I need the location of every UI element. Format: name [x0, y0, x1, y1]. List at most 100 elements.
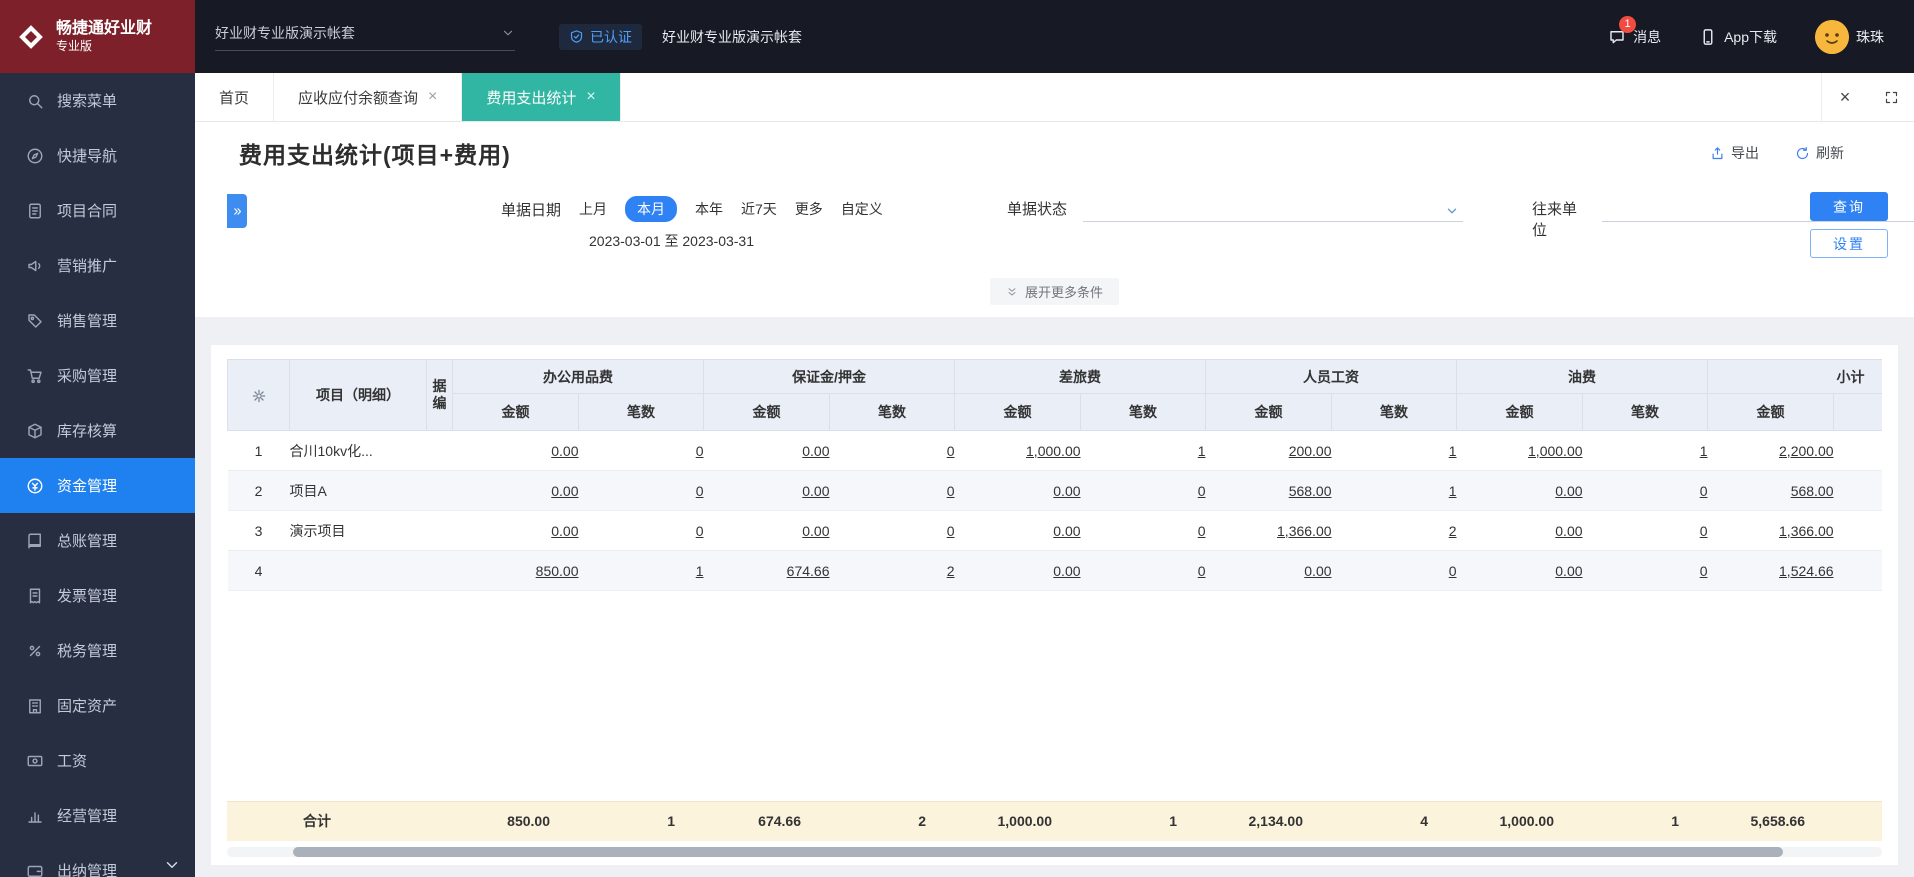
count-link[interactable]: 1: [1449, 443, 1457, 459]
amount-link[interactable]: 1,000.00: [1026, 443, 1081, 459]
tab-1[interactable]: 应收应付余额查询 ×: [274, 73, 463, 121]
status-select[interactable]: [1083, 198, 1464, 222]
count-link[interactable]: 1: [1198, 443, 1206, 459]
amount-link[interactable]: 0.00: [551, 483, 578, 499]
expand-more-conditions-button[interactable]: 展开更多条件: [989, 278, 1119, 305]
date-range-value[interactable]: 2023-03-01 至 2023-03-31: [589, 231, 883, 251]
total-count: 1: [578, 800, 703, 841]
count-link[interactable]: 0: [947, 443, 955, 459]
amount-link[interactable]: 850.00: [536, 563, 579, 579]
date-option-0[interactable]: 上月: [579, 199, 607, 219]
tab-0[interactable]: 首页: [195, 73, 275, 121]
settings-button[interactable]: 设置: [1810, 229, 1888, 258]
count-link[interactable]: 0: [1198, 523, 1206, 539]
sidebar-item-5[interactable]: 采购管理: [0, 348, 195, 403]
amount-link[interactable]: 0.00: [802, 483, 829, 499]
amount-link[interactable]: 568.00: [1289, 483, 1332, 499]
amount-link[interactable]: 0.00: [1304, 563, 1331, 579]
amount-link[interactable]: 0.00: [802, 443, 829, 459]
sidebar-item-4[interactable]: 销售管理: [0, 293, 195, 348]
horizontal-scrollbar-thumb[interactable]: [293, 847, 1783, 857]
amount-link[interactable]: 200.00: [1289, 443, 1332, 459]
refresh-button[interactable]: 刷新: [1795, 143, 1844, 163]
count-link[interactable]: 2: [1449, 523, 1457, 539]
count-link[interactable]: 2: [947, 563, 955, 579]
collapse-filters-button[interactable]: [227, 194, 247, 228]
sidebar-item-3[interactable]: 营销推广: [0, 238, 195, 293]
query-button[interactable]: 查询: [1810, 192, 1888, 221]
fullscreen-button[interactable]: [1868, 73, 1914, 121]
sidebar-item-9[interactable]: 发票管理: [0, 568, 195, 623]
column-settings-button[interactable]: [227, 359, 290, 431]
amount-link[interactable]: 0.00: [1053, 523, 1080, 539]
app-download-button[interactable]: App下载: [1699, 27, 1777, 47]
amount-link[interactable]: 0.00: [551, 523, 578, 539]
count-link[interactable]: 0: [1700, 523, 1708, 539]
subtotal-link[interactable]: 1,524.66: [1779, 563, 1834, 579]
brand-name: 畅捷通好业财: [56, 20, 153, 37]
page-header-card: 费用支出统计(项目+费用) 导出 刷新 单据日期 上月 本月 本年 近7天 更多自: [195, 122, 1914, 317]
expense-group-header: 差旅费: [954, 359, 1207, 394]
export-button[interactable]: 导出: [1710, 143, 1759, 163]
count-subheader: 笔数: [1080, 393, 1207, 431]
close-tab-icon[interactable]: ×: [428, 89, 437, 105]
count-link[interactable]: 0: [947, 523, 955, 539]
sidebar-item-11[interactable]: 固定资产: [0, 678, 195, 733]
count-link[interactable]: 0: [1198, 483, 1206, 499]
subtotal-link[interactable]: 2,200.00: [1779, 443, 1834, 459]
amount-link[interactable]: 1,000.00: [1528, 443, 1583, 459]
count-link[interactable]: 1: [696, 563, 704, 579]
status-filter-label: 单据状态: [1007, 201, 1068, 218]
amount-subheader: 金额: [703, 393, 830, 431]
phone-icon: [1699, 28, 1717, 46]
close-tab-icon[interactable]: ×: [586, 89, 595, 105]
account-set-selector[interactable]: 好业财专业版演示帐套: [215, 23, 515, 51]
tab-2[interactable]: 费用支出统计 ×: [462, 73, 621, 121]
sidebar-item-2[interactable]: 项目合同: [0, 183, 195, 238]
count-link[interactable]: 0: [1700, 483, 1708, 499]
sidebar-item-13[interactable]: 经营管理: [0, 788, 195, 843]
sidebar-item-label: 库存核算: [57, 423, 118, 440]
count-link[interactable]: 0: [1449, 563, 1457, 579]
date-option-1[interactable]: 本月: [625, 196, 678, 222]
count-link[interactable]: 0: [696, 443, 704, 459]
amount-link[interactable]: 0.00: [1053, 483, 1080, 499]
count-link[interactable]: 0: [1700, 563, 1708, 579]
amount-link[interactable]: 0.00: [1555, 483, 1582, 499]
date-option-4[interactable]: 更多: [795, 199, 823, 219]
sidebar-item-0[interactable]: 搜索菜单: [0, 73, 195, 128]
amount-link[interactable]: 1,366.00: [1277, 523, 1332, 539]
amount-link[interactable]: 0.00: [1555, 563, 1582, 579]
sidebar-scroll-down-icon[interactable]: [163, 856, 181, 874]
count-link[interactable]: 0: [696, 523, 704, 539]
sidebar-item-12[interactable]: 工资: [0, 733, 195, 788]
sidebar-item-8[interactable]: 总账管理: [0, 513, 195, 568]
subtotal-link[interactable]: 568.00: [1791, 483, 1834, 499]
count-link[interactable]: 0: [947, 483, 955, 499]
amount-link[interactable]: 0.00: [551, 443, 578, 459]
user-menu[interactable]: 珠珠: [1815, 19, 1884, 54]
count-link[interactable]: 1: [1449, 483, 1457, 499]
amount-link[interactable]: 0.00: [1053, 563, 1080, 579]
amount-link[interactable]: 0.00: [1555, 523, 1582, 539]
amount-link[interactable]: 0.00: [802, 523, 829, 539]
count-link[interactable]: 0: [696, 483, 704, 499]
horizontal-scrollbar: [227, 847, 1882, 857]
sidebar-item-1[interactable]: 快捷导航: [0, 128, 195, 183]
date-option-3[interactable]: 近7天: [741, 199, 777, 219]
sidebar-item-6[interactable]: 库存核算: [0, 403, 195, 458]
date-option-5[interactable]: 自定义: [841, 199, 883, 219]
total-row-table: 合计 850.00 1 674.66 2 1,000.00 1 2,134.00 41…: [227, 800, 1882, 841]
docno-cell: [426, 430, 453, 471]
sidebar-item-10[interactable]: 税务管理: [0, 623, 195, 678]
date-filter-label: 单据日期: [501, 201, 562, 219]
amount-link[interactable]: 674.66: [787, 563, 830, 579]
close-all-tabs-button[interactable]: ×: [1822, 73, 1868, 121]
count-link[interactable]: 0: [1198, 563, 1206, 579]
amount-subheader: 金额: [1205, 393, 1333, 431]
subtotal-link[interactable]: 1,366.00: [1779, 523, 1834, 539]
messages-button[interactable]: 1 消息: [1608, 15, 1661, 47]
date-option-2[interactable]: 本年: [695, 199, 723, 219]
sidebar-item-7[interactable]: 资金管理: [0, 458, 195, 513]
count-link[interactable]: 1: [1700, 443, 1708, 459]
